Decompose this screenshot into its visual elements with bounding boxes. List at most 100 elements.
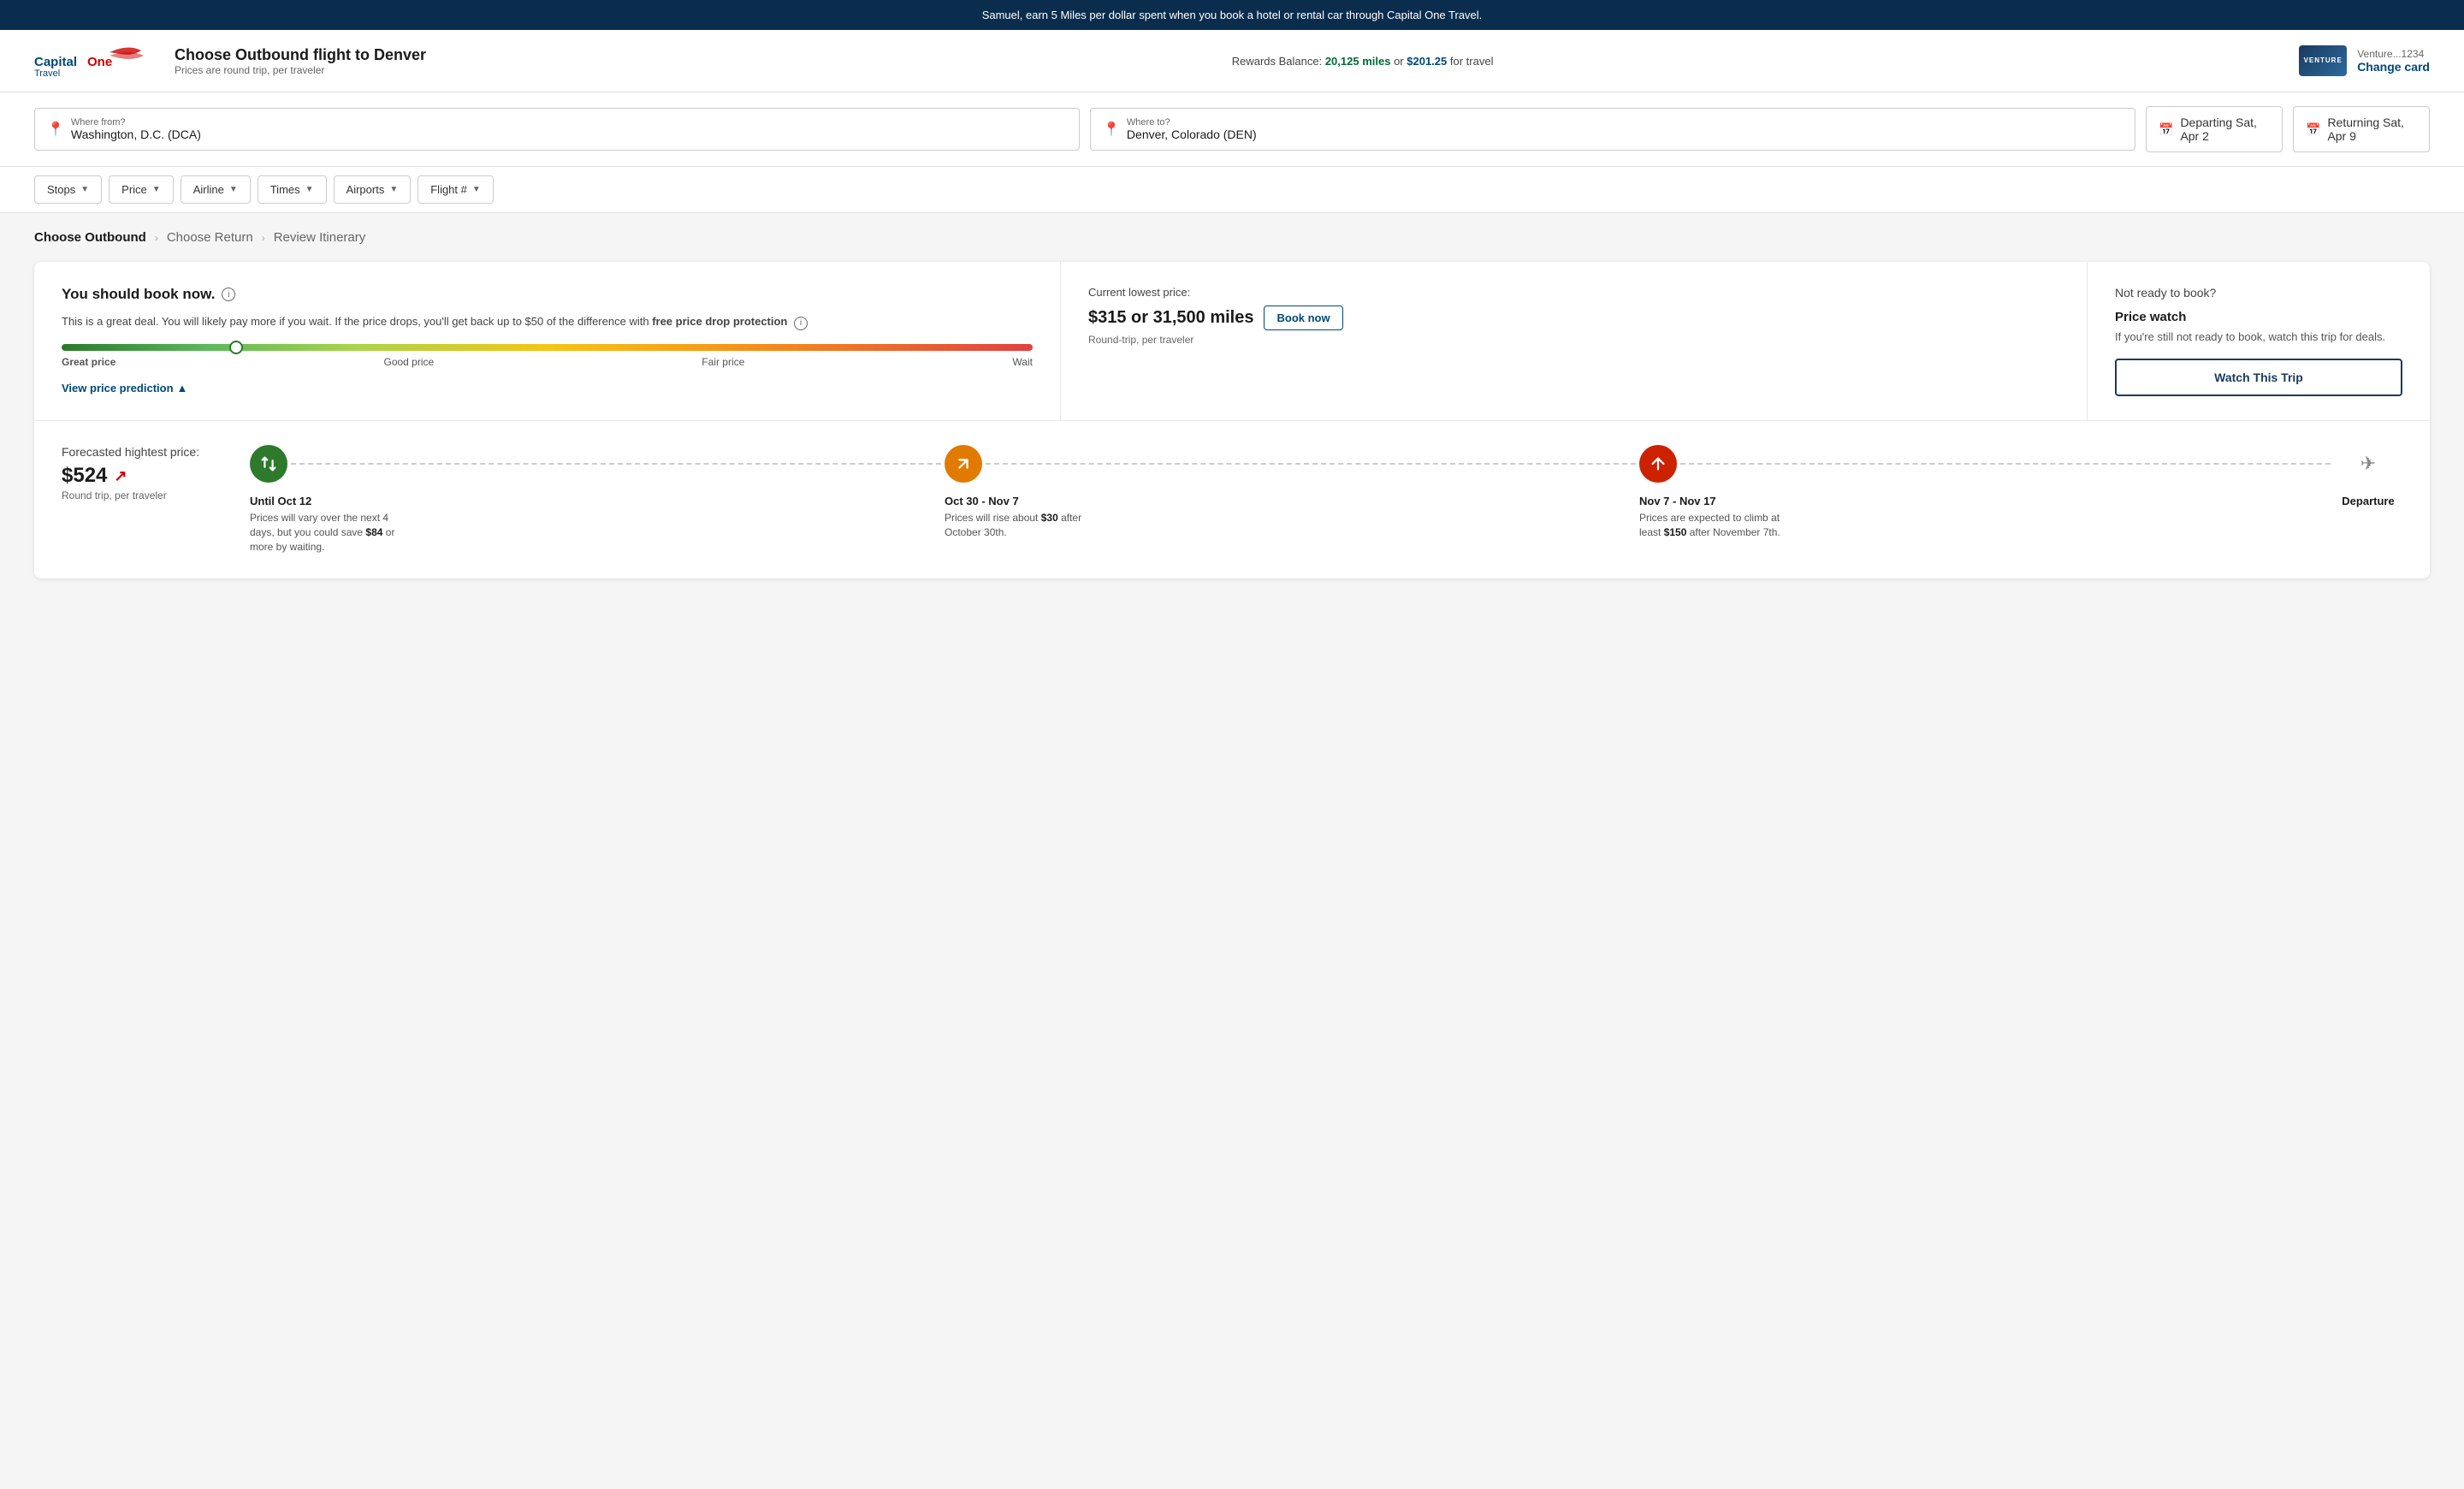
should-book-section: You should book now. i (62, 286, 1033, 303)
travel-label: for travel (1450, 55, 1494, 68)
should-book-title: You should book now. (62, 286, 215, 303)
gauge-labels: Great price Good price Fair price Wait (62, 356, 1033, 368)
to-field[interactable]: 📍 Where to? Denver, Colorado (DEN) (1090, 108, 2135, 151)
price-up-icon: ↗ (114, 467, 127, 485)
miles-amount: 20,125 miles (1325, 55, 1391, 68)
airports-filter[interactable]: Airports ▼ (334, 175, 412, 204)
price-watch-desc: If you're still not ready to book, watch… (2115, 329, 2402, 345)
price-prediction-card: You should book now. i This is a great d… (34, 262, 2430, 578)
to-label: Where to? (1127, 117, 1257, 128)
price-filter[interactable]: Price ▼ (109, 175, 174, 204)
calendar-icon-departing: 📅 (2159, 122, 2173, 137)
airports-arrow-icon: ▼ (389, 185, 398, 194)
times-label: Times (270, 183, 300, 196)
page-title: Choose Outbound flight to Denver (175, 46, 426, 64)
forecast-desc-2: Prices will rise about $30 after October… (945, 511, 1099, 540)
rewards-balance: Rewards Balance: 20,125 miles or $201.25… (1232, 55, 1494, 68)
gauge-indicator (229, 341, 243, 354)
change-card-button[interactable]: Change card (2357, 60, 2430, 74)
breadcrumb-review[interactable]: Review Itinerary (274, 230, 366, 245)
to-value: Denver, Colorado (DEN) (1127, 128, 1257, 141)
to-field-content: Where to? Denver, Colorado (DEN) (1127, 117, 1257, 141)
breadcrumb-sep-2: › (262, 232, 265, 244)
should-book-desc: This is a great deal. You will likely pa… (62, 313, 1033, 330)
returning-label: Returning (2327, 116, 2379, 129)
breadcrumb: Choose Outbound › Choose Return › Review… (0, 213, 2464, 262)
forecast-item-1: Until Oct 12 Prices will vary over the n… (250, 445, 945, 554)
forecast-item-3: Nov 7 - Nov 17 Prices are expected to cl… (1639, 445, 2334, 540)
swap-icon (259, 454, 278, 473)
price-gauge: Great price Good price Fair price Wait (62, 344, 1033, 368)
from-value: Washington, D.C. (DCA) (71, 128, 201, 141)
breadcrumb-outbound[interactable]: Choose Outbound (34, 230, 146, 245)
stops-arrow-icon: ▼ (80, 185, 89, 194)
forecast-price: $524 ↗ (62, 464, 250, 488)
page-subtitle: Prices are round trip, per traveler (175, 64, 426, 76)
header-left: Capital One Travel Choose Outbound fligh… (34, 44, 426, 78)
card-info: Venture...1234 Change card (2357, 48, 2430, 74)
forecast-dot-red (1639, 445, 1677, 483)
round-trip-note: Round-trip, per traveler (1088, 334, 2059, 346)
times-filter[interactable]: Times ▼ (258, 175, 327, 204)
airports-label: Airports (346, 183, 385, 196)
book-now-button[interactable]: Book now (1264, 306, 1342, 330)
stops-filter[interactable]: Stops ▼ (34, 175, 102, 204)
current-price-row: $315 or 31,500 miles Book now (1088, 306, 2059, 330)
forecast-date-2: Oct 30 - Nov 7 (945, 495, 1019, 507)
top-banner: Samuel, earn 5 Miles per dollar spent wh… (0, 0, 2464, 30)
rewards-label: Rewards Balance: (1232, 55, 1323, 68)
forecast-dot-row-1 (250, 445, 945, 483)
view-price-prediction-button[interactable]: View price prediction ▲ (62, 382, 1033, 394)
forecast-desc-3: Prices are expected to climb at least $1… (1639, 511, 1793, 540)
departure-marker: ✈ Departure (2334, 445, 2402, 511)
destination-icon: 📍 (1103, 121, 1120, 138)
forecast-item-2: Oct 30 - Nov 7 Prices will rise about $3… (945, 445, 1639, 540)
from-field[interactable]: 📍 Where from? Washington, D.C. (DCA) (34, 108, 1080, 151)
not-ready-text: Not ready to book? (2115, 286, 2402, 300)
svg-text:Travel: Travel (34, 68, 60, 78)
breadcrumb-sep-1: › (155, 232, 158, 244)
banner-text: Samuel, earn 5 Miles per dollar spent wh… (982, 9, 1483, 21)
main-content: You should book now. i This is a great d… (0, 262, 2464, 626)
forecast-round-trip: Round trip, per traveler (62, 489, 250, 501)
gauge-label-wait: Wait (1012, 356, 1033, 368)
from-field-content: Where from? Washington, D.C. (DCA) (71, 117, 201, 141)
forecast-desc-1: Prices will vary over the next 4 days, b… (250, 511, 404, 554)
forecast-date-1: Until Oct 12 (250, 495, 311, 507)
departing-label: Departing (2180, 116, 2232, 129)
from-label: Where from? (71, 117, 201, 128)
flight-number-label: Flight # (430, 183, 467, 196)
price-arrow-icon: ▼ (152, 185, 161, 194)
departure-dot-row: ✈ (2334, 445, 2402, 483)
card-section: VENTURE Venture...1234 Change card (2299, 45, 2430, 76)
view-prediction-label: View price prediction (62, 382, 174, 394)
flight-number-arrow-icon: ▼ (472, 185, 481, 194)
location-icon: 📍 (47, 121, 64, 138)
forecast-dot-row-3 (1639, 445, 2334, 483)
filter-bar: Stops ▼ Price ▼ Airline ▼ Times ▼ Airpor… (0, 167, 2464, 213)
svg-text:One: One (87, 55, 112, 69)
card-name: Venture...1234 (2357, 48, 2430, 60)
airline-label: Airline (193, 183, 224, 196)
gauge-label-fair: Fair price (702, 356, 744, 368)
price-protection-info-icon[interactable]: i (794, 317, 808, 330)
capital-one-logo: Capital One Travel (34, 44, 154, 78)
forecast-price-amount: $524 (62, 464, 107, 488)
flight-number-filter[interactable]: Flight # ▼ (418, 175, 494, 204)
departing-field[interactable]: 📅 Departing Sat, Apr 2 (2146, 106, 2283, 152)
should-book-info-icon[interactable]: i (222, 288, 235, 301)
card-label: VENTURE (2304, 56, 2343, 65)
forecast-dot-green (250, 445, 287, 483)
calendar-icon-returning: 📅 (2306, 122, 2320, 137)
returning-field[interactable]: 📅 Returning Sat, Apr 9 (2293, 106, 2430, 152)
miles-conjunction: or (1394, 55, 1404, 68)
forecast-label: Forecasted hightest price: (62, 445, 250, 459)
watch-this-trip-button[interactable]: Watch This Trip (2115, 359, 2402, 396)
arrow-up-right-icon (954, 454, 973, 473)
arrow-up-icon (1649, 454, 1667, 473)
breadcrumb-return[interactable]: Choose Return (167, 230, 253, 245)
should-book-desc-text: This is a great deal. You will likely pa… (62, 315, 649, 328)
forecast-dot-row-2 (945, 445, 1639, 483)
header: Capital One Travel Choose Outbound fligh… (0, 30, 2464, 92)
airline-filter[interactable]: Airline ▼ (181, 175, 251, 204)
